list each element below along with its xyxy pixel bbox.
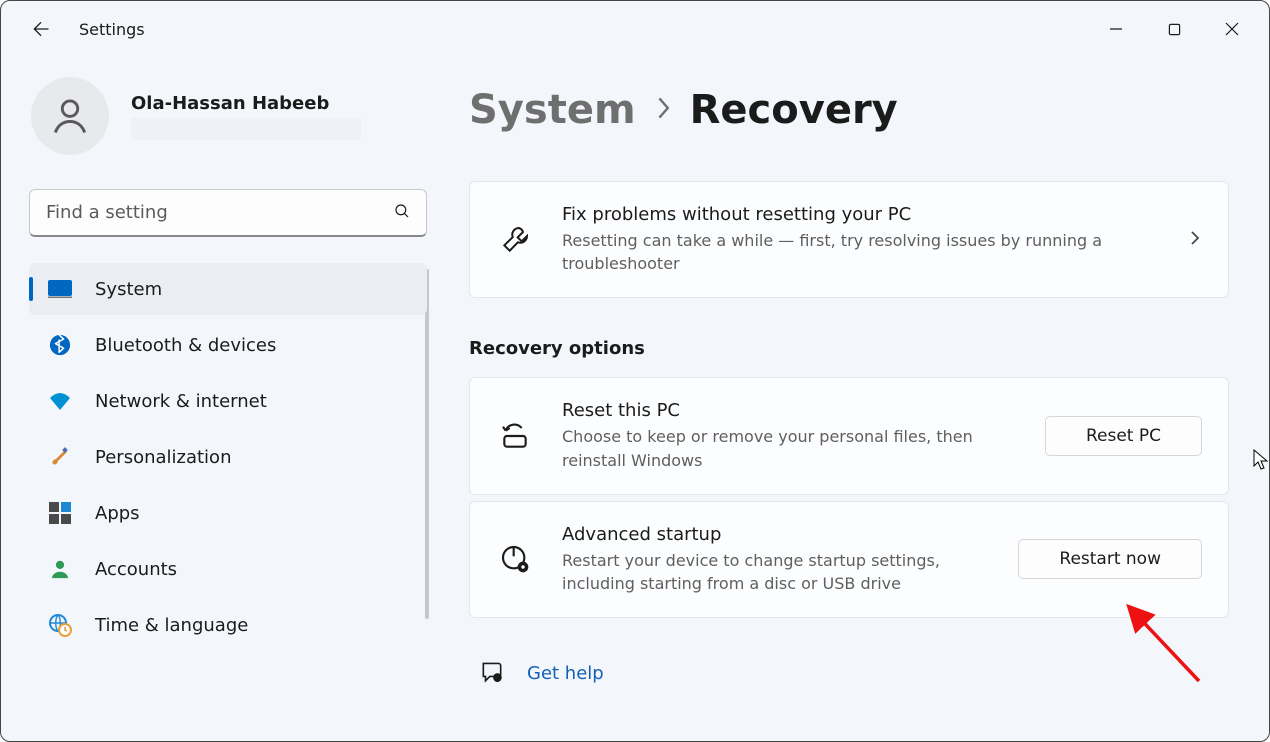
sidebar-item-label: Accounts [95,559,177,580]
card-description: Resetting can take a while — first, try … [562,229,1160,275]
help-row: ? Get help [469,658,1229,688]
breadcrumb-current: Recovery [690,87,898,133]
bluetooth-icon [47,332,73,358]
sidebar-item-label: Network & internet [95,391,267,412]
breadcrumb: System Recovery [469,87,1229,133]
chevron-right-icon [1188,228,1202,252]
svg-text:?: ? [496,675,500,683]
display-icon [47,276,73,302]
get-help-link[interactable]: Get help [527,663,604,684]
apps-icon [47,500,73,526]
sidebar-item-label: Bluetooth & devices [95,335,276,356]
sidebar-item-network[interactable]: Network & internet [29,375,427,427]
settings-window: Settings Ola-Hassan Habeeb [0,0,1270,742]
reset-pc-button[interactable]: Reset PC [1045,416,1202,456]
card-description: Restart your device to change startup se… [562,549,990,595]
close-button[interactable] [1203,10,1261,48]
maximize-button[interactable] [1145,10,1203,48]
sidebar-item-system[interactable]: System [29,263,427,315]
back-button[interactable] [21,9,61,49]
maximize-icon [1168,23,1181,36]
app-title: Settings [79,20,145,39]
minimize-icon [1109,22,1123,36]
brush-icon [47,444,73,470]
sidebar-item-accounts[interactable]: Accounts [29,543,427,595]
card-description: Choose to keep or remove your personal f… [562,425,1017,471]
globe-clock-icon [47,612,73,638]
card-title: Reset this PC [562,400,1017,421]
sidebar-nav: System Bluetooth & devices Network & int… [29,263,427,651]
power-gear-icon [496,543,534,575]
search-icon [393,202,411,224]
window-controls [1087,10,1261,48]
wifi-icon [47,388,73,414]
minimize-button[interactable] [1087,10,1145,48]
breadcrumb-parent[interactable]: System [469,87,636,133]
person-icon [48,94,92,138]
card-title: Fix problems without resetting your PC [562,204,1160,225]
section-heading-recovery: Recovery options [469,338,1229,359]
card-title: Advanced startup [562,524,990,545]
back-arrow-icon [31,19,51,39]
main-content: System Recovery Fix problems without res… [441,57,1269,741]
close-icon [1225,22,1239,36]
card-advanced-startup: Advanced startup Restart your device to … [469,501,1229,618]
titlebar: Settings [1,1,1269,57]
card-reset-pc: Reset this PC Choose to keep or remove y… [469,377,1229,494]
profile-name: Ola-Hassan Habeeb [131,93,361,114]
chevron-right-icon [654,96,672,124]
wrench-icon [496,224,534,256]
sidebar-item-label: Time & language [95,615,248,636]
restart-now-button[interactable]: Restart now [1018,539,1202,579]
profile-email-redacted [131,118,361,140]
sidebar-item-label: Apps [95,503,140,524]
person-icon [47,556,73,582]
profile[interactable]: Ola-Hassan Habeeb [29,77,427,155]
sidebar-item-label: System [95,279,162,300]
card-fix-problems[interactable]: Fix problems without resetting your PC R… [469,181,1229,298]
avatar [31,77,109,155]
search-input[interactable] [29,189,427,237]
sidebar-item-bluetooth[interactable]: Bluetooth & devices [29,319,427,371]
sidebar-item-personalization[interactable]: Personalization [29,431,427,483]
help-icon: ? [479,658,505,688]
sidebar: Ola-Hassan Habeeb System [1,57,441,741]
search-container [29,189,427,237]
reset-icon [496,420,534,452]
sidebar-item-label: Personalization [95,447,231,468]
sidebar-item-apps[interactable]: Apps [29,487,427,539]
sidebar-item-time-language[interactable]: Time & language [29,599,427,651]
